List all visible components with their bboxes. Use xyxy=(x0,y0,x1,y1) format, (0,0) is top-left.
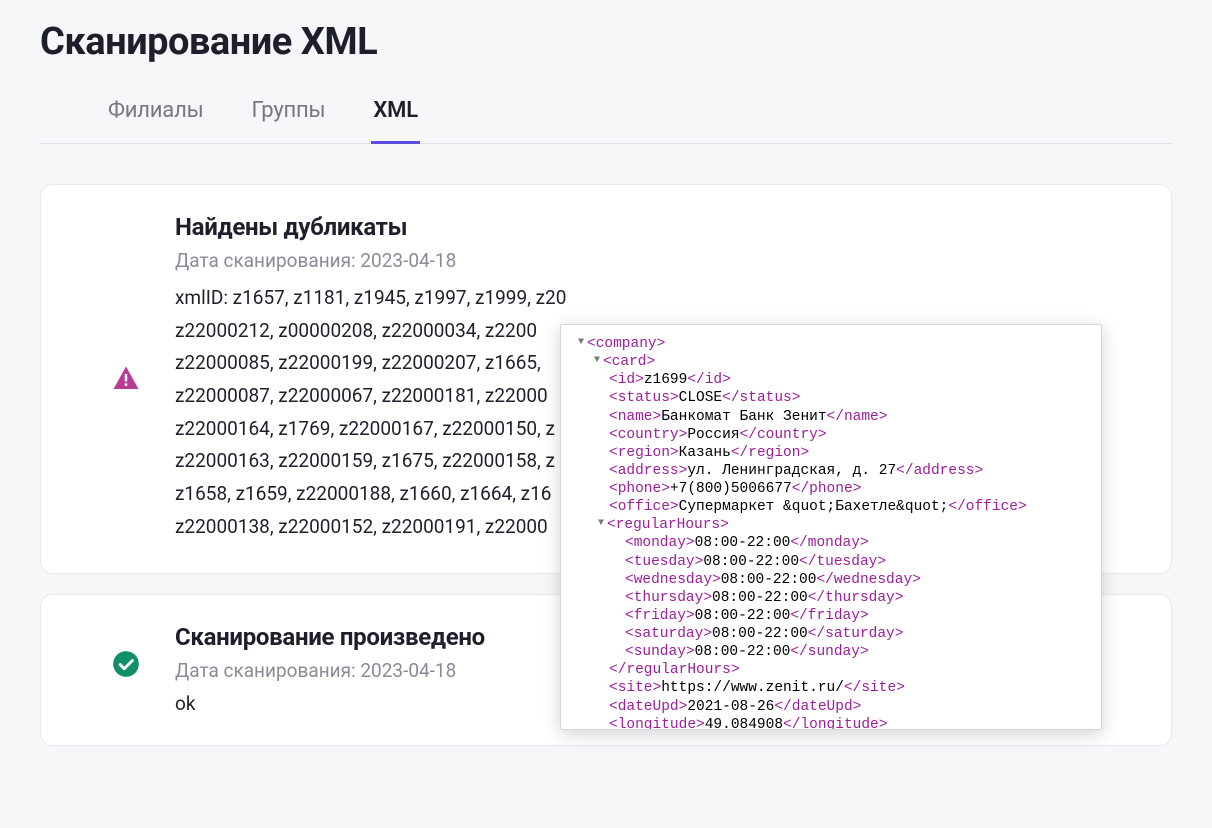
xml-line: ▼<regularHours> xyxy=(567,516,1089,534)
xml-line: <saturday>08:00-22:00</saturday> xyxy=(567,625,1089,643)
tabs: Филиалы Группы XML xyxy=(40,74,1172,144)
success-icon xyxy=(111,649,141,679)
page-title: Сканирование XML xyxy=(0,0,1212,74)
xml-line: <friday>08:00-22:00</friday> xyxy=(567,607,1089,625)
tab-branches[interactable]: Филиалы xyxy=(108,98,203,143)
warning-icon xyxy=(111,364,141,394)
xml-line: <wednesday>08:00-22:00</wednesday> xyxy=(567,571,1089,589)
xml-line: <longitude>49.084908</longitude> xyxy=(567,716,1089,730)
xml-line: <id>z1699</id> xyxy=(567,371,1089,389)
duplicates-title: Найдены дубликаты xyxy=(175,213,1131,241)
tree-arrow-icon: ▼ xyxy=(575,337,587,350)
xml-line: <office>Супермаркет &quot;Бахетле&quot;<… xyxy=(567,498,1089,516)
xml-line: <thursday>08:00-22:00</thursday> xyxy=(567,589,1089,607)
xml-line: <status>CLOSE</status> xyxy=(567,389,1089,407)
xml-line: <country>Россия</country> xyxy=(567,426,1089,444)
xml-line: <dateUpd>2021-08-26</dateUpd> xyxy=(567,698,1089,716)
xml-line: <tuesday>08:00-22:00</tuesday> xyxy=(567,553,1089,571)
xml-line: <name>Банкомат Банк Зенит</name> xyxy=(567,408,1089,426)
xml-line: ▼<card> xyxy=(567,353,1089,371)
xml-line: </regularHours> xyxy=(567,661,1089,679)
duplicates-date: Дата сканирования: 2023-04-18 xyxy=(175,249,1131,272)
xml-line: <monday>08:00-22:00</monday> xyxy=(567,534,1089,552)
xml-line: <address>ул. Ленинградская, д. 27</addre… xyxy=(567,462,1089,480)
xml-line: <site>https://www.zenit.ru/</site> xyxy=(567,679,1089,697)
tree-arrow-icon: ▼ xyxy=(591,355,603,368)
tab-xml[interactable]: XML xyxy=(373,98,417,143)
xml-line: <sunday>08:00-22:00</sunday> xyxy=(567,643,1089,661)
xml-line: <region>Казань</region> xyxy=(567,444,1089,462)
xml-line: <phone>+7(800)5006677</phone> xyxy=(567,480,1089,498)
xml-preview-popup: ▼<company> ▼<card> <id>z1699</id> <statu… xyxy=(560,324,1102,730)
xml-line: ▼<company> xyxy=(567,335,1089,353)
tab-groups[interactable]: Группы xyxy=(251,98,325,143)
tree-arrow-icon: ▼ xyxy=(595,518,607,531)
